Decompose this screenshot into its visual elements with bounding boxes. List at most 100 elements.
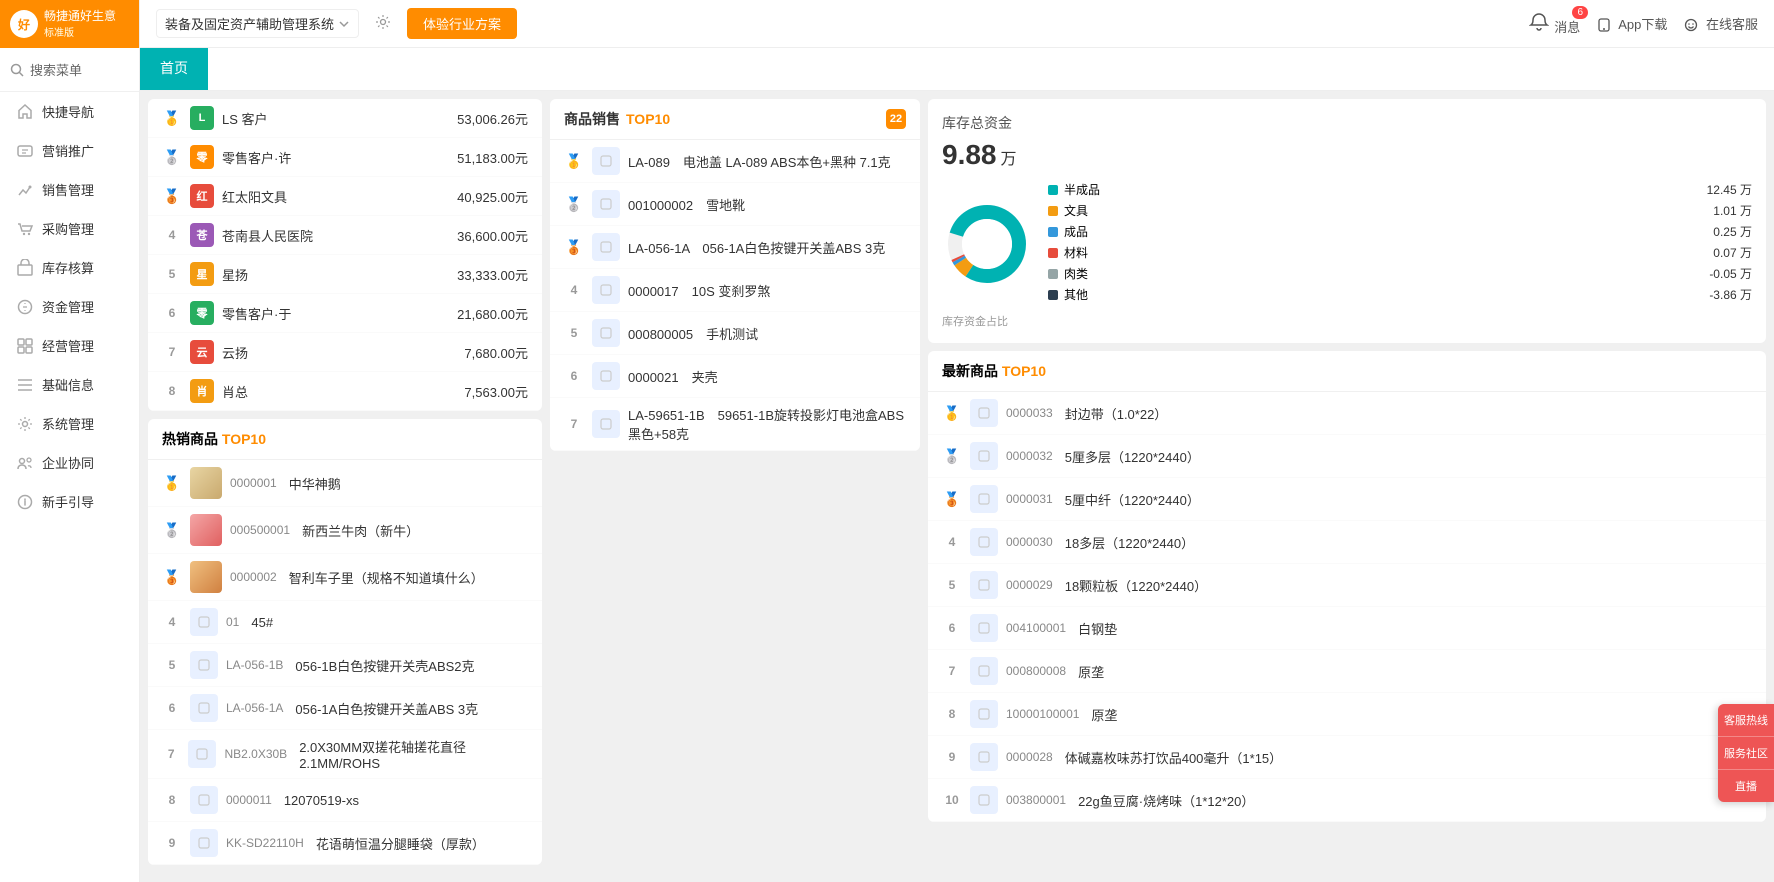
- customer-rank-list: 🥇 L LS 客户 53,006.26元 🥈 零 零售客户·许 51,183.0…: [148, 99, 542, 411]
- inventory-title: 库存总资金: [942, 113, 1752, 133]
- legend-val-material: 0.07 万: [1713, 244, 1752, 261]
- system-selector[interactable]: 装备及固定资产辅助管理系统: [156, 9, 359, 38]
- sidebar-item-marketing[interactable]: 营销推广: [0, 131, 139, 170]
- sidebar-label-marketing: 营销推广: [42, 141, 94, 160]
- sidebar-item-operations[interactable]: 经营管理: [0, 326, 139, 365]
- sidebar-label-inventory: 库存核算: [42, 258, 94, 277]
- app-download-label: App下载: [1618, 17, 1667, 32]
- newest-item-6: 6 004100001 白钢垫: [928, 607, 1766, 650]
- legend-item-semifinished: 半成品 12.45 万: [1048, 181, 1752, 198]
- legend-item-other: 其他 -3.86 万: [1048, 286, 1752, 303]
- newest-name-6: 白钢垫: [1078, 619, 1117, 638]
- hot-item-5: 5 LA-056-1B 056-1B白色按键开关壳ABS2克: [148, 644, 542, 687]
- sidebar-item-system[interactable]: 系统管理: [0, 404, 139, 443]
- sidebar-item-basics[interactable]: 基础信息: [0, 365, 139, 404]
- cs-community-btn[interactable]: 服务社区: [1718, 737, 1774, 770]
- rank-num-5: 5: [162, 267, 182, 281]
- topbar: 装备及固定资产辅助管理系统 体验行业方案 6 消息: [140, 0, 1774, 48]
- tab-home[interactable]: 首页: [140, 48, 208, 90]
- newest-icon-10: [970, 786, 998, 814]
- notification-button[interactable]: 6 消息: [1529, 12, 1581, 36]
- legend-label-stationery: 文具: [1064, 202, 1707, 219]
- operations-icon: [16, 337, 34, 355]
- legend-label-finished: 成品: [1064, 223, 1707, 240]
- settings-icon[interactable]: [371, 10, 395, 37]
- sidebar-logo: 好 畅捷通好生意 标准版: [0, 0, 139, 48]
- newest-icon-1: [970, 399, 998, 427]
- hot-prod-icon-4: [190, 608, 218, 636]
- newest-icon-4: [970, 528, 998, 556]
- sidebar-item-sales[interactable]: 销售管理: [0, 170, 139, 209]
- customer-rank-item-2: 🥈 零 零售客户·许 51,183.00元: [148, 138, 542, 177]
- sidebar-item-corp[interactable]: 企业协同: [0, 443, 139, 482]
- legend-item-material: 材料 0.07 万: [1048, 244, 1752, 261]
- hot-img-3: [190, 561, 222, 593]
- prod-rank-num-6: 6: [564, 369, 584, 383]
- newest-code-8: 10000100001: [1006, 707, 1079, 721]
- newest-rank-10: 10: [942, 793, 962, 807]
- mid-panel: 商品销售 TOP10 22 🥇 LA-089 电池盖 LA-089 ABS本色+…: [550, 91, 920, 882]
- newest-code-3: 0000031: [1006, 492, 1053, 506]
- newest-name-1: 封边带（1.0*22）: [1065, 404, 1168, 423]
- sidebar-item-inventory[interactable]: 库存核算: [0, 248, 139, 287]
- donut-chart-svg: [942, 199, 1032, 289]
- sidebar-label-finance: 资金管理: [42, 297, 94, 316]
- sidebar-item-guide[interactable]: 新手引导: [0, 482, 139, 521]
- hot-products-header: 热销商品 TOP10: [148, 419, 542, 460]
- newest-name-8: 原垄: [1091, 705, 1117, 724]
- newest-icon-7: [970, 657, 998, 685]
- sidebar-item-purchase[interactable]: 采购管理: [0, 209, 139, 248]
- prod-name-2: 001000002 雪地靴: [628, 195, 906, 214]
- legend-item-meat: 肉类 -0.05 万: [1048, 265, 1752, 282]
- hot-name-9: 花语萌恒温分腿睡袋（厚款）: [316, 834, 485, 853]
- customer-rank-item-8: 8 肖 肖总 7,563.00元: [148, 372, 542, 411]
- cs-float: 客服热线 服务社区 直播: [1718, 704, 1774, 802]
- rank-num-8: 8: [162, 384, 182, 398]
- chevron-down-icon: [338, 18, 350, 30]
- inventory-chart-area: 半成品 12.45 万 文具 1.01 万 成品 0.25 万: [942, 181, 1752, 307]
- cs-hotline-btn[interactable]: 客服热线: [1718, 704, 1774, 737]
- prod-rank-num-7: 7: [564, 417, 584, 431]
- legend-val-semifinished: 12.45 万: [1707, 181, 1752, 198]
- hot-code-1: 0000001: [230, 476, 277, 490]
- online-service-button[interactable]: 在线客服: [1683, 14, 1758, 34]
- prod-rank-item-7: 7 LA-59651-1B 59651-1B旋转投影灯电池盒ABS黑色+58克: [550, 398, 920, 451]
- app-download-button[interactable]: App下载: [1596, 14, 1667, 34]
- customer-avatar-1: L: [190, 106, 214, 130]
- newest-code-6: 004100001: [1006, 621, 1066, 635]
- prod-name-7: LA-59651-1B 59651-1B旋转投影灯电池盒ABS黑色+58克: [628, 405, 906, 443]
- sidebar-item-quick-nav[interactable]: 快捷导航: [0, 92, 139, 131]
- newest-item-7: 7 000800008 原垄: [928, 650, 1766, 693]
- legend-label-semifinished: 半成品: [1064, 181, 1701, 198]
- customer-name-6: 零售客户·于: [222, 304, 449, 323]
- logo-icon: 好: [10, 10, 38, 38]
- customer-name-4: 苍南县人民医院: [222, 226, 449, 245]
- legend-dot-finished: [1048, 227, 1058, 237]
- hot-item-2: 🥈 000500001 新西兰牛肉（新牛）: [148, 507, 542, 554]
- newest-products-header: 最新商品 TOP10: [928, 351, 1766, 392]
- customer-avatar-5: 星: [190, 262, 214, 286]
- prod-rank-num-1: 🥇: [564, 153, 584, 170]
- rank-num-4: 4: [162, 228, 182, 242]
- hot-code-4: 01: [226, 615, 239, 629]
- trial-button[interactable]: 体验行业方案: [407, 8, 517, 39]
- newest-item-9: 9 0000028 体碱嘉枚味苏打饮品400毫升（1*15）: [928, 736, 1766, 779]
- prod-rank-item-3: 🥉 LA-056-1A 056-1A白色按键开关盖ABS 3克: [550, 226, 920, 269]
- hot-rank-4: 4: [162, 615, 182, 629]
- hot-name-4: 45#: [251, 615, 273, 630]
- logo-text-area: 畅捷通好生意 标准版: [44, 9, 116, 40]
- customer-avatar-4: 苍: [190, 223, 214, 247]
- rank-num-1: 🥇: [162, 110, 182, 127]
- sidebar-item-finance[interactable]: 资金管理: [0, 287, 139, 326]
- hot-name-2: 新西兰牛肉（新牛）: [302, 521, 419, 540]
- search-menu-button[interactable]: 搜索菜单: [10, 56, 129, 83]
- customer-avatar-7: 云: [190, 340, 214, 364]
- hot-code-5: LA-056-1B: [226, 658, 283, 672]
- finance-icon: [16, 298, 34, 316]
- cs-live-btn[interactable]: 直播: [1718, 770, 1774, 802]
- topbar-right: 6 消息 App下载 在线客服: [1529, 12, 1758, 36]
- page-tabs: 首页: [140, 48, 1774, 91]
- customer-name-2: 零售客户·许: [222, 148, 449, 167]
- notification-badge: 6: [1572, 6, 1588, 19]
- customer-value-8: 7,563.00元: [464, 382, 528, 401]
